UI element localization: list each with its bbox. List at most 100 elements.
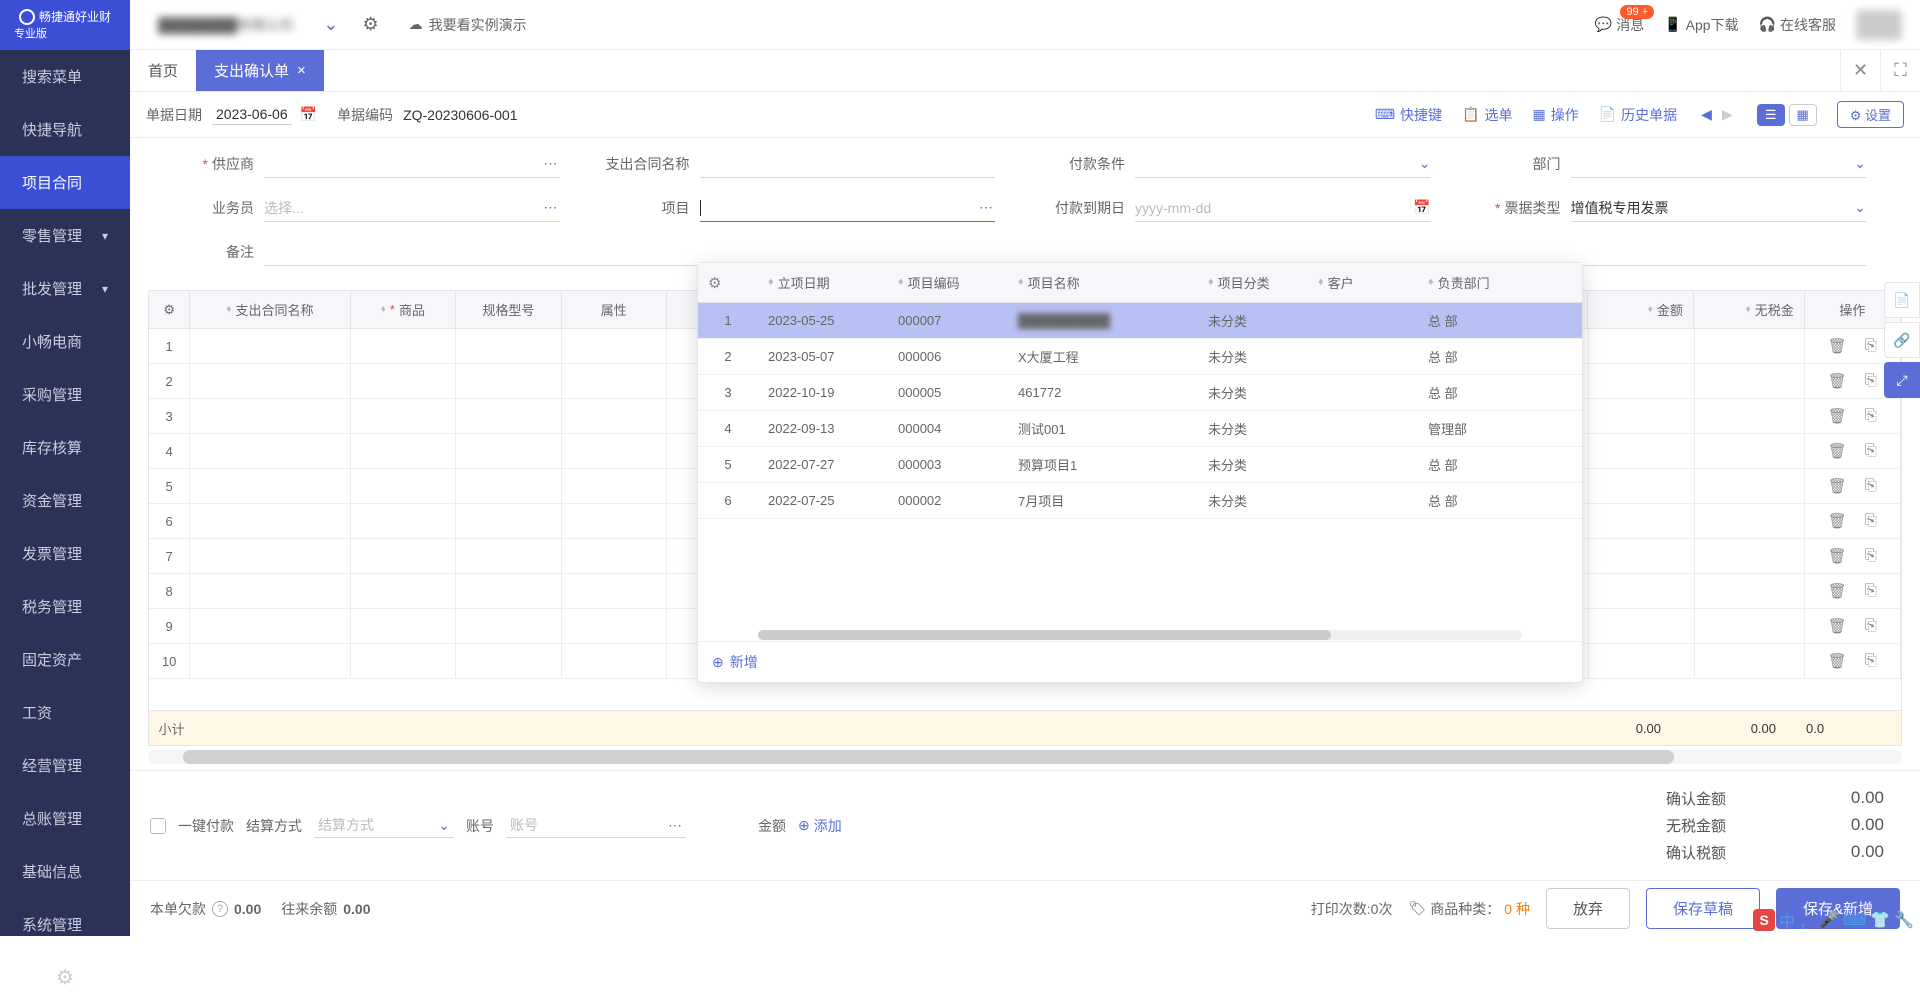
contract-name-input[interactable]: [700, 150, 996, 178]
sidebar-item[interactable]: 资金管理: [0, 474, 130, 527]
gear-icon[interactable]: ⚙: [362, 14, 378, 35]
ime-tool-icon[interactable]: 🔧: [1894, 910, 1914, 930]
close-all-button[interactable]: ✕: [1840, 50, 1880, 92]
ime-mic-icon[interactable]: 🎤: [1819, 910, 1839, 930]
grid-gear-icon[interactable]: ⚙: [149, 291, 190, 328]
org-selector[interactable]: ████████有限公司: [148, 11, 303, 39]
copy-icon[interactable]: ⎘: [1865, 617, 1877, 635]
abandon-button[interactable]: 放弃: [1546, 888, 1630, 929]
invoice-type-select[interactable]: 增值税专用发票⌄: [1571, 194, 1867, 222]
one-key-pay-checkbox[interactable]: [150, 818, 166, 834]
salesman-input[interactable]: 选择...⋯: [264, 194, 560, 222]
prev-button[interactable]: ◀: [1697, 106, 1716, 123]
delete-icon[interactable]: 🗑: [1828, 512, 1847, 530]
delete-icon[interactable]: 🗑: [1828, 372, 1847, 390]
history-button[interactable]: 📄历史单据: [1599, 105, 1677, 125]
ime-skin-icon[interactable]: 👕: [1870, 910, 1890, 930]
dd-col-dept[interactable]: 负责部门: [1438, 273, 1490, 292]
col-contract[interactable]: 支出合同名称: [236, 300, 314, 319]
messages-button[interactable]: 💬 消息 99 +: [1595, 15, 1644, 35]
calendar-icon[interactable]: 📅: [1413, 199, 1430, 216]
payment-terms-input[interactable]: ⌄: [1135, 150, 1431, 178]
delete-icon[interactable]: 🗑: [1828, 477, 1847, 495]
ime-keyboard-icon[interactable]: ⌨: [1843, 910, 1866, 930]
delete-icon[interactable]: 🗑: [1828, 337, 1847, 355]
more-icon[interactable]: ⋯: [979, 199, 995, 216]
more-icon[interactable]: ⋯: [544, 155, 560, 172]
sidebar-item[interactable]: 库存核算: [0, 421, 130, 474]
settings-gear-icon[interactable]: ⚙: [56, 965, 74, 990]
chevron-down-icon[interactable]: ⌄: [1419, 155, 1431, 172]
calendar-icon[interactable]: 📅: [300, 106, 317, 123]
settings-button[interactable]: ⚙ 设置: [1837, 101, 1904, 128]
project-option[interactable]: 62022-07-250000027月项目未分类总 部: [698, 483, 1582, 519]
copy-icon[interactable]: ⎘: [1865, 512, 1877, 530]
chevron-down-icon[interactable]: ⌄: [323, 14, 338, 35]
delete-icon[interactable]: 🗑: [1828, 407, 1847, 425]
col-notax[interactable]: 无税金: [1755, 300, 1794, 319]
avatar[interactable]: [1856, 10, 1902, 40]
sidebar-item[interactable]: 发票管理: [0, 527, 130, 580]
sidebar-item[interactable]: 项目合同: [0, 156, 130, 209]
sidebar-item[interactable]: 批发管理▾: [0, 262, 130, 315]
sidebar-item[interactable]: 经营管理: [0, 739, 130, 792]
close-icon[interactable]: ×: [297, 62, 306, 79]
dd-col-name[interactable]: 项目名称: [1028, 273, 1080, 292]
dd-col-code[interactable]: 项目编码: [908, 273, 960, 292]
col-product[interactable]: 商品: [399, 300, 425, 319]
tab-home[interactable]: 首页: [130, 50, 196, 91]
date-input[interactable]: 2023-06-06: [212, 104, 292, 125]
sidebar-item[interactable]: 搜索菜单: [0, 50, 130, 103]
dropdown-scrollbar[interactable]: [698, 629, 1582, 641]
due-date-input[interactable]: yyyy-mm-dd📅: [1135, 194, 1431, 222]
project-option[interactable]: 32022-10-19000005461772未分类总 部: [698, 375, 1582, 411]
sidebar-item[interactable]: 快捷导航: [0, 103, 130, 156]
rail-clip-icon[interactable]: 🔗: [1884, 322, 1920, 358]
sidebar-item[interactable]: 小畅电商: [0, 315, 130, 368]
sidebar-item[interactable]: 零售管理▾: [0, 209, 130, 262]
copy-icon[interactable]: ⎘: [1865, 582, 1877, 600]
ime-comma-icon[interactable]: ，: [1799, 908, 1815, 932]
delete-icon[interactable]: 🗑: [1828, 547, 1847, 565]
app-download-button[interactable]: 📱App下载: [1664, 15, 1738, 35]
sidebar-item[interactable]: 总账管理: [0, 792, 130, 845]
operations-button[interactable]: ▦操作: [1532, 105, 1578, 125]
col-attr[interactable]: 属性: [601, 300, 627, 319]
rail-expand-icon[interactable]: ⤢: [1884, 362, 1920, 398]
copy-icon[interactable]: ⎘: [1865, 407, 1877, 425]
project-option[interactable]: 42022-09-13000004测试001未分类管理部: [698, 411, 1582, 447]
copy-icon[interactable]: ⎘: [1865, 652, 1877, 670]
sidebar-item[interactable]: 固定资产: [0, 633, 130, 686]
delete-icon[interactable]: 🗑: [1828, 617, 1847, 635]
rail-doc-icon[interactable]: 📄: [1884, 282, 1920, 318]
account-input[interactable]: 账号⋯: [506, 813, 686, 838]
project-option[interactable]: 22023-05-07000006X大厦工程未分类总 部: [698, 339, 1582, 375]
copy-icon[interactable]: ⎘: [1865, 547, 1877, 565]
help-icon[interactable]: ?: [212, 901, 228, 917]
sidebar-item[interactable]: 工资: [0, 686, 130, 739]
project-option[interactable]: 12023-05-25000007██████████未分类总 部: [698, 303, 1582, 339]
settle-method-input[interactable]: 结算方式⌄: [314, 813, 454, 838]
more-icon[interactable]: ⋯: [544, 199, 560, 216]
dropdown-gear-icon[interactable]: ⚙: [698, 274, 758, 292]
sidebar-item[interactable]: 系统管理: [0, 898, 130, 951]
supplier-input[interactable]: ⋯: [264, 150, 560, 178]
dd-col-cat[interactable]: 项目分类: [1218, 273, 1270, 292]
project-option[interactable]: 52022-07-27000003预算项目1未分类总 部: [698, 447, 1582, 483]
customer-service-button[interactable]: 🎧在线客服: [1759, 15, 1836, 35]
dd-col-date[interactable]: 立项日期: [778, 273, 830, 292]
view-grid-button[interactable]: ▦: [1789, 104, 1817, 126]
col-spec[interactable]: 规格型号: [482, 300, 534, 319]
dept-input[interactable]: ⌄: [1571, 150, 1867, 178]
project-input[interactable]: ⋯: [700, 194, 996, 222]
copy-icon[interactable]: ⎘: [1865, 477, 1877, 495]
sidebar-item[interactable]: 税务管理: [0, 580, 130, 633]
copy-icon[interactable]: ⎘: [1865, 442, 1877, 460]
view-list-button[interactable]: ☰: [1757, 104, 1785, 126]
tab-expense-confirm[interactable]: 支出确认单 ×: [196, 50, 324, 91]
save-draft-button[interactable]: 保存草稿: [1646, 888, 1760, 929]
chevron-down-icon[interactable]: ⌄: [1854, 155, 1866, 172]
add-settlement-button[interactable]: ⊕添加: [798, 816, 842, 836]
copy-icon[interactable]: ⎘: [1865, 372, 1877, 390]
sidebar-item[interactable]: 采购管理: [0, 368, 130, 421]
